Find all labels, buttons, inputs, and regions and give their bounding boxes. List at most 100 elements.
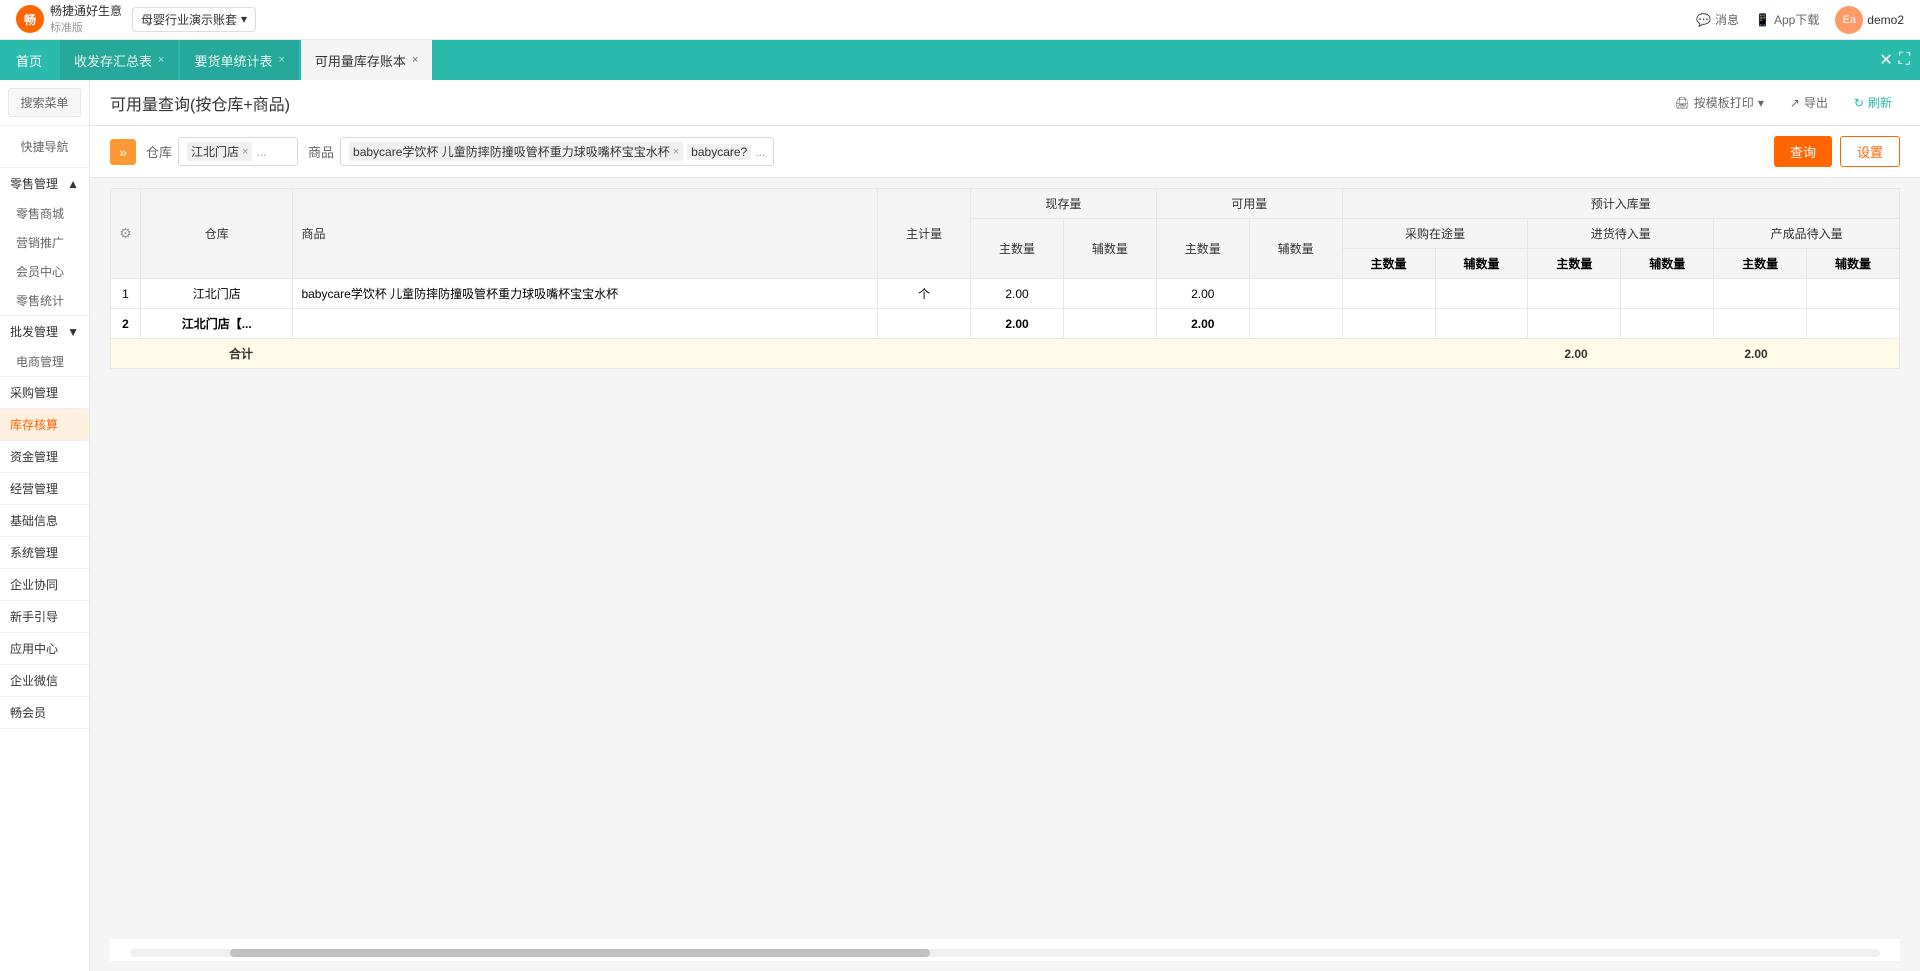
sidebar-item-marketing[interactable]: 营销推广 <box>0 228 89 257</box>
tab-home[interactable]: 首页 <box>0 40 58 80</box>
col-subheader-product-group: 产成品待入量 <box>1714 219 1900 249</box>
cell-incoming-aux-0 <box>1621 279 1714 309</box>
footer-current-main: 2.00 <box>1531 347 1621 361</box>
warehouse-more[interactable]: ... <box>256 145 266 159</box>
sidebar-section-header-system[interactable]: 系统管理 <box>0 537 89 568</box>
maximize-btn[interactable]: ⛶ <box>1899 51 1910 69</box>
sidebar-section-header-enterprise[interactable]: 企业协同 <box>0 569 89 600</box>
filter-expand-btn[interactable]: » <box>110 139 136 165</box>
sidebar-section-wholesale: 批发管理 ▼ 电商管理 <box>0 316 89 377</box>
sidebar-section-header-wholesale[interactable]: 批发管理 ▼ <box>0 316 89 347</box>
sidebar-search-area: 搜索菜单 <box>0 80 89 126</box>
cell-incoming-main-0 <box>1528 279 1621 309</box>
col-subheader-incoming-group: 进货待入量 <box>1528 219 1714 249</box>
cell-current-main-0: 2.00 <box>971 279 1064 309</box>
sidebar-section-header-finance[interactable]: 资金管理 <box>0 441 89 472</box>
col-subheader-current-aux: 辅数量 <box>1063 219 1156 279</box>
sidebar-section-header-guide[interactable]: 新手引导 <box>0 601 89 632</box>
sidebar-item-quick-nav[interactable]: 快捷导航 <box>0 132 89 161</box>
filter-actions: 查询 设置 <box>1774 136 1900 167</box>
export-btn[interactable]: ↗ 导出 <box>1782 90 1836 115</box>
sidebar-section-operations: 经营管理 <box>0 473 89 505</box>
settings-button[interactable]: 设置 <box>1840 136 1900 167</box>
tab-close-1[interactable]: × <box>278 54 284 66</box>
warehouse-filter-input[interactable]: 江北门店 × ... <box>178 137 298 166</box>
sidebar-section-header-member[interactable]: 畅会员 <box>0 697 89 728</box>
sidebar-section-header-wechat[interactable]: 企业微信 <box>0 665 89 696</box>
close-all-btn[interactable]: ✕ <box>1879 50 1892 70</box>
scroll-bar-area <box>110 939 1900 961</box>
sidebar-section-wechat: 企业微信 <box>0 665 89 697</box>
col-subheader-current-main: 主数量 <box>971 219 1064 279</box>
sidebar-item-retail-mall[interactable]: 零售商城 <box>0 199 89 228</box>
tab-item-1[interactable]: 要货单统计表 × <box>180 40 298 80</box>
tab-close-2[interactable]: × <box>412 54 418 66</box>
sidebar-section-enterprise: 企业协同 <box>0 569 89 601</box>
product-more[interactable]: ... <box>755 145 765 159</box>
table-row: 1 江北门店 babycare学饮杯 儿童防摔防撞吸管杯重力球吸嘴杯宝宝水杯 个… <box>111 279 1900 309</box>
chevron-down-icon: ▾ <box>1758 96 1764 110</box>
logo-icon: 畅 <box>16 5 44 33</box>
export-label: 导出 <box>1804 94 1828 111</box>
cell-current-aux-1 <box>1063 309 1156 339</box>
message-action[interactable]: 💬 消息 <box>1696 11 1739 28</box>
cell-product-main-0 <box>1714 279 1807 309</box>
sidebar-section-inventory: 库存核算 <box>0 409 89 441</box>
user-section[interactable]: Ea demo2 <box>1835 6 1904 34</box>
warehouse-tag-close-0[interactable]: × <box>242 146 248 158</box>
warehouse-filter-group: 仓库 江北门店 × ... <box>146 137 298 166</box>
sidebar-item-retail-stats[interactable]: 零售统计 <box>0 286 89 315</box>
product-tag-1: babycare? <box>687 144 751 160</box>
cell-available-main-0: 2.00 <box>1156 279 1249 309</box>
sidebar-section-finance: 资金管理 <box>0 441 89 473</box>
col-subheader-product-main: 主数量 <box>1714 249 1807 279</box>
search-menu-button[interactable]: 搜索菜单 <box>8 88 81 117</box>
product-filter-label: 商品 <box>308 142 334 161</box>
cell-available-aux-0 <box>1249 279 1342 309</box>
data-table: ⚙ 仓库 商品 主计量 现存量 可用量 预计入库量 主数量 辅数量 主数量 辅数… <box>110 188 1900 339</box>
product-filter-input[interactable]: babycare学饮杯 儿童防摔防撞吸管杯重力球吸嘴杯宝宝水杯 × babyca… <box>340 137 774 166</box>
industry-selector[interactable]: 母婴行业演示账套 ▾ <box>132 7 256 32</box>
page-actions: 🖨 按模板打印 ▾ ↗ 导出 ↻ 刷新 <box>1667 90 1900 115</box>
sidebar-item-membership[interactable]: 会员中心 <box>0 257 89 286</box>
cell-warehouse-1: 江北门店【... <box>141 309 293 339</box>
sidebar-item-ecommerce[interactable]: 电商管理 <box>0 347 89 376</box>
sidebar-section-system: 系统管理 <box>0 537 89 569</box>
tab-item-0[interactable]: 收发存汇总表 × <box>60 40 178 80</box>
table-settings-gear[interactable]: ⚙ <box>119 225 132 241</box>
avatar: Ea <box>1835 6 1863 34</box>
sidebar-section-apps: 应用中心 <box>0 633 89 665</box>
footer-available-main: 2.00 <box>1711 347 1801 361</box>
col-header-current-stock: 现存量 <box>971 189 1157 219</box>
cell-current-aux-0 <box>1063 279 1156 309</box>
cell-warehouse-0: 江北门店 <box>141 279 293 309</box>
sidebar-section-header-operations[interactable]: 经营管理 <box>0 473 89 504</box>
top-bar: 畅 畅捷通好生意 标准版 母婴行业演示账套 ▾ 💬 消息 📱 App下载 Ea … <box>0 0 1920 40</box>
refresh-btn[interactable]: ↻ 刷新 <box>1846 90 1900 115</box>
cell-available-main-1: 2.00 <box>1156 309 1249 339</box>
sidebar-section-header-basics[interactable]: 基础信息 <box>0 505 89 536</box>
app-download-label: App下载 <box>1774 11 1819 28</box>
scroll-bar-thumb[interactable] <box>230 949 930 957</box>
query-button[interactable]: 查询 <box>1774 136 1832 167</box>
sidebar-section-header-apps[interactable]: 应用中心 <box>0 633 89 664</box>
product-tag-close-0[interactable]: × <box>673 146 679 158</box>
col-header-planned: 预计入库量 <box>1342 189 1899 219</box>
tab-item-2[interactable]: 可用量库存账本 × <box>301 40 432 80</box>
message-label: 消息 <box>1715 11 1739 28</box>
app-download-action[interactable]: 📱 App下载 <box>1755 11 1819 28</box>
cell-product-1 <box>293 309 878 339</box>
scroll-bar-track <box>130 949 1880 957</box>
table-row: 2 江北门店【... 2.00 2.00 <box>111 309 1900 339</box>
sidebar-section-header-retail[interactable]: 零售管理 ▲ <box>0 168 89 199</box>
tab-close-0[interactable]: × <box>158 54 164 66</box>
print-label: 按模板打印 <box>1694 94 1754 111</box>
sidebar-section-header-inventory[interactable]: 库存核算 <box>0 409 89 440</box>
col-subheader-incoming-aux: 辅数量 <box>1621 249 1714 279</box>
print-template-btn[interactable]: 🖨 按模板打印 ▾ <box>1667 90 1772 115</box>
sidebar-section-header-purchase[interactable]: 采购管理 <box>0 377 89 408</box>
cell-product-aux-1 <box>1807 309 1900 339</box>
cell-purchase-main-0 <box>1342 279 1435 309</box>
phone-icon: 📱 <box>1755 13 1770 27</box>
sidebar-section-retail: 零售管理 ▲ 零售商城 营销推广 会员中心 零售统计 <box>0 168 89 316</box>
